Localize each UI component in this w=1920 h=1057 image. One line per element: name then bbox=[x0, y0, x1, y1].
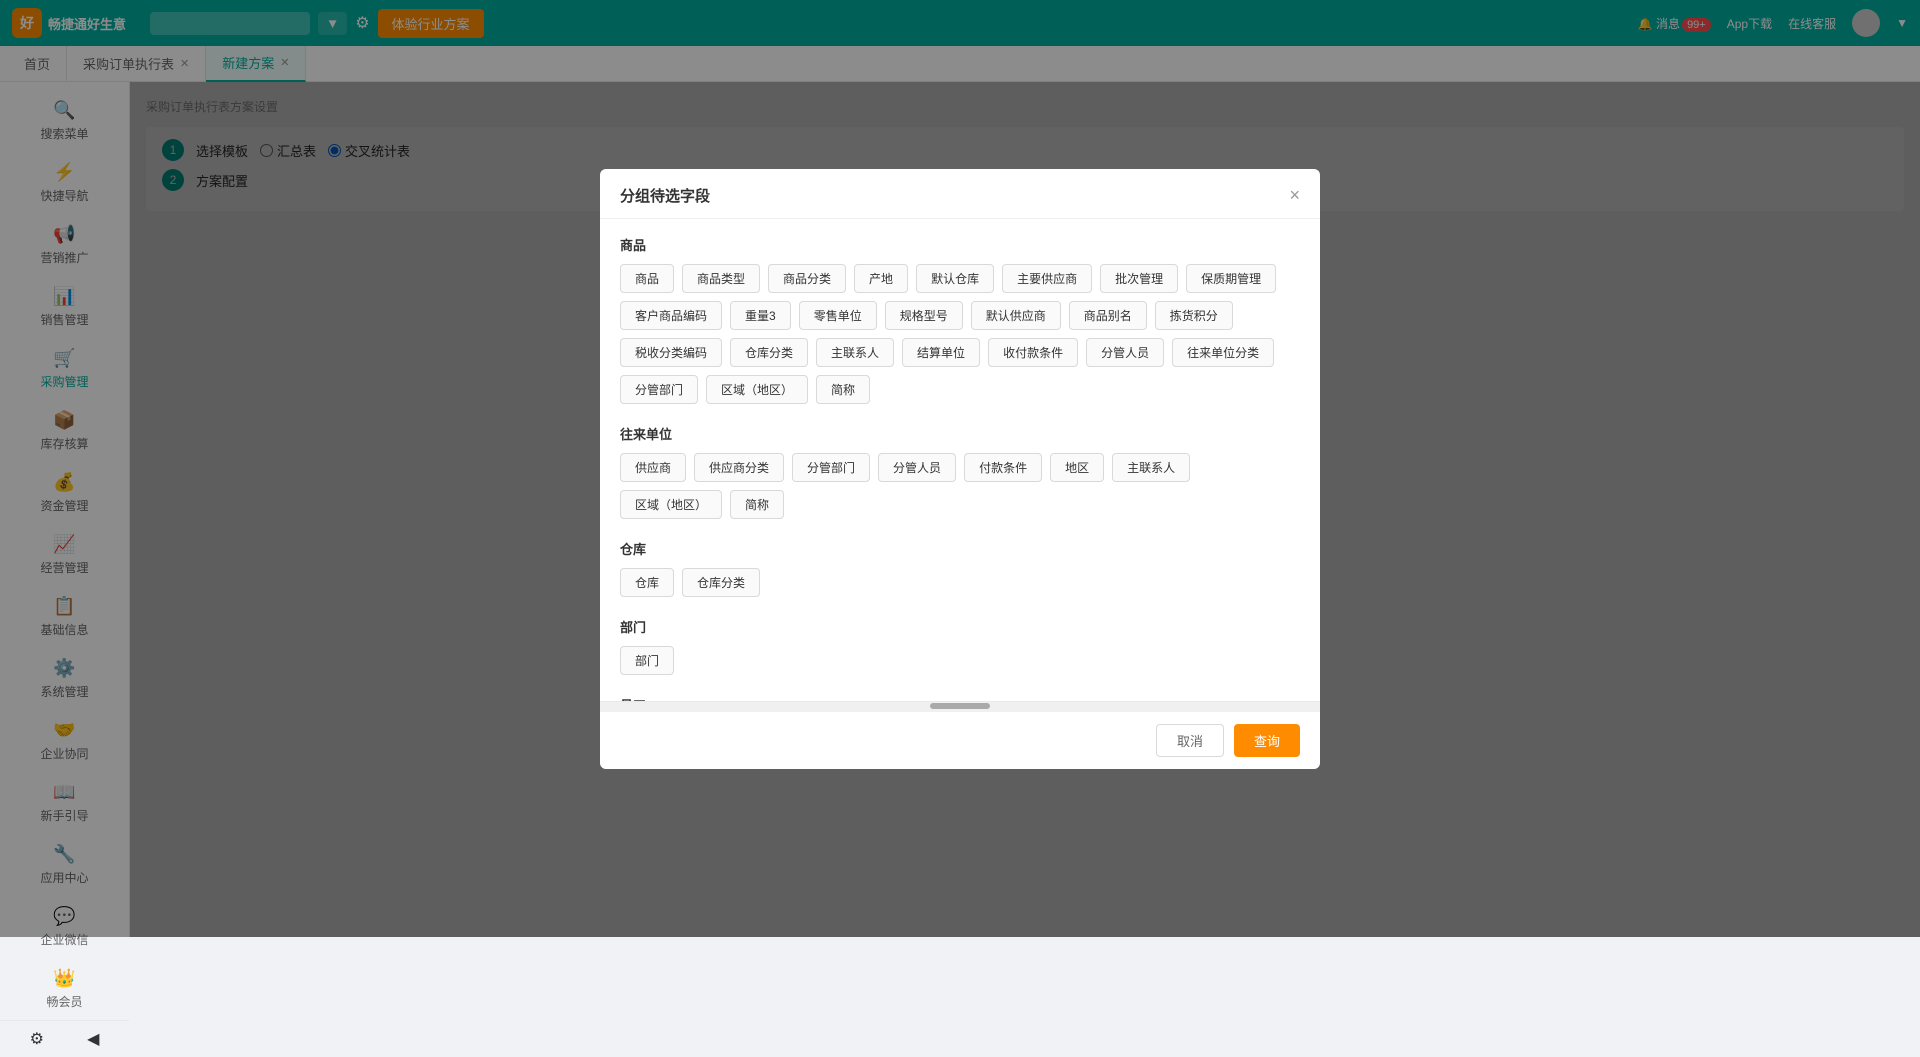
modal-body[interactable]: 商品商品商品类型商品分类产地默认仓库主要供应商批次管理保质期管理客户商品编码重量… bbox=[600, 219, 1320, 702]
field-tag-2-0[interactable]: 仓库 bbox=[620, 568, 674, 597]
section-title-2: 仓库 bbox=[620, 539, 1300, 558]
modal-horizontal-scrollbar[interactable] bbox=[600, 701, 1320, 710]
cancel-button[interactable]: 取消 bbox=[1156, 724, 1224, 757]
field-tag-0-16[interactable]: 仓库分类 bbox=[730, 338, 808, 367]
field-tag-0-23[interactable]: 区域（地区） bbox=[706, 375, 808, 404]
modal-title: 分组待选字段 bbox=[620, 185, 710, 206]
field-tag-0-1[interactable]: 商品类型 bbox=[682, 264, 760, 293]
field-section-0: 商品商品商品类型商品分类产地默认仓库主要供应商批次管理保质期管理客户商品编码重量… bbox=[620, 235, 1300, 404]
field-tag-0-19[interactable]: 收付款条件 bbox=[988, 338, 1078, 367]
field-tags-0: 商品商品类型商品分类产地默认仓库主要供应商批次管理保质期管理客户商品编码重量3 零… bbox=[620, 264, 1300, 404]
field-tag-0-5[interactable]: 主要供应商 bbox=[1002, 264, 1092, 293]
member-icon: 👑 bbox=[53, 968, 75, 989]
field-tag-0-11[interactable]: 规格型号 bbox=[885, 301, 963, 330]
modal-close-button[interactable]: × bbox=[1289, 185, 1300, 206]
section-title-3: 部门 bbox=[620, 617, 1300, 636]
field-tag-0-9[interactable]: 重量3 bbox=[730, 301, 791, 330]
field-tag-1-1[interactable]: 供应商分类 bbox=[694, 453, 784, 482]
field-tag-1-3[interactable]: 分管人员 bbox=[878, 453, 956, 482]
field-tag-0-20[interactable]: 分管人员 bbox=[1086, 338, 1164, 367]
sidebar-collapse-icon[interactable]: ◀ bbox=[87, 1029, 99, 1049]
modal-header: 分组待选字段 × bbox=[600, 169, 1320, 219]
field-tag-0-10[interactable]: 零售单位 bbox=[799, 301, 877, 330]
field-section-1: 往来单位供应商供应商分类分管部门分管人员付款条件地区主联系人区域（地区） 简称 bbox=[620, 424, 1300, 519]
field-tag-3-0[interactable]: 部门 bbox=[620, 646, 674, 675]
sidebar-bottom: ⚙ ◀ bbox=[0, 1020, 129, 1057]
section-title-0: 商品 bbox=[620, 235, 1300, 254]
field-tag-0-13[interactable]: 商品别名 bbox=[1069, 301, 1147, 330]
section-title-4: 员工 bbox=[620, 695, 1300, 702]
field-tag-1-4[interactable]: 付款条件 bbox=[964, 453, 1042, 482]
field-section-3: 部门部门 bbox=[620, 617, 1300, 675]
field-tag-1-0[interactable]: 供应商 bbox=[620, 453, 686, 482]
field-tags-3: 部门 bbox=[620, 646, 1300, 675]
field-tag-0-2[interactable]: 商品分类 bbox=[768, 264, 846, 293]
field-tag-1-5[interactable]: 地区 bbox=[1050, 453, 1104, 482]
field-tag-1-8[interactable]: 简称 bbox=[730, 490, 784, 519]
modal-overlay: 分组待选字段 × 商品商品商品类型商品分类产地默认仓库主要供应商批次管理保质期管… bbox=[0, 0, 1920, 937]
confirm-button[interactable]: 查询 bbox=[1234, 724, 1300, 757]
field-tags-2: 仓库仓库分类 bbox=[620, 568, 1300, 597]
field-tag-0-24[interactable]: 简称 bbox=[816, 375, 870, 404]
modal-footer: 取消 查询 bbox=[600, 711, 1320, 769]
field-tag-0-15[interactable]: 税收分类编码 bbox=[620, 338, 722, 367]
field-tag-0-21[interactable]: 往来单位分类 bbox=[1172, 338, 1274, 367]
field-tag-0-14[interactable]: 拣货积分 bbox=[1155, 301, 1233, 330]
field-tag-1-6[interactable]: 主联系人 bbox=[1112, 453, 1190, 482]
field-tag-1-2[interactable]: 分管部门 bbox=[792, 453, 870, 482]
field-tag-0-0[interactable]: 商品 bbox=[620, 264, 674, 293]
field-tag-0-17[interactable]: 主联系人 bbox=[816, 338, 894, 367]
field-tag-2-1[interactable]: 仓库分类 bbox=[682, 568, 760, 597]
field-section-2: 仓库仓库仓库分类 bbox=[620, 539, 1300, 597]
field-tag-1-7[interactable]: 区域（地区） bbox=[620, 490, 722, 519]
field-tags-1: 供应商供应商分类分管部门分管人员付款条件地区主联系人区域（地区） 简称 bbox=[620, 453, 1300, 519]
field-section-4: 员工业务员 bbox=[620, 695, 1300, 702]
field-tag-0-22[interactable]: 分管部门 bbox=[620, 375, 698, 404]
section-title-1: 往来单位 bbox=[620, 424, 1300, 443]
field-tag-0-7[interactable]: 保质期管理 bbox=[1186, 264, 1276, 293]
field-tag-0-3[interactable]: 产地 bbox=[854, 264, 908, 293]
field-tag-0-6[interactable]: 批次管理 bbox=[1100, 264, 1178, 293]
field-tag-0-4[interactable]: 默认仓库 bbox=[916, 264, 994, 293]
field-tag-0-8[interactable]: 客户商品编码 bbox=[620, 301, 722, 330]
field-tag-0-12[interactable]: 默认供应商 bbox=[971, 301, 1061, 330]
field-select-modal: 分组待选字段 × 商品商品商品类型商品分类产地默认仓库主要供应商批次管理保质期管… bbox=[600, 169, 1320, 769]
sidebar-settings-icon[interactable]: ⚙ bbox=[30, 1029, 44, 1049]
sidebar-item-member[interactable]: 👑 畅会员 bbox=[0, 958, 129, 1020]
field-tag-0-18[interactable]: 结算单位 bbox=[902, 338, 980, 367]
